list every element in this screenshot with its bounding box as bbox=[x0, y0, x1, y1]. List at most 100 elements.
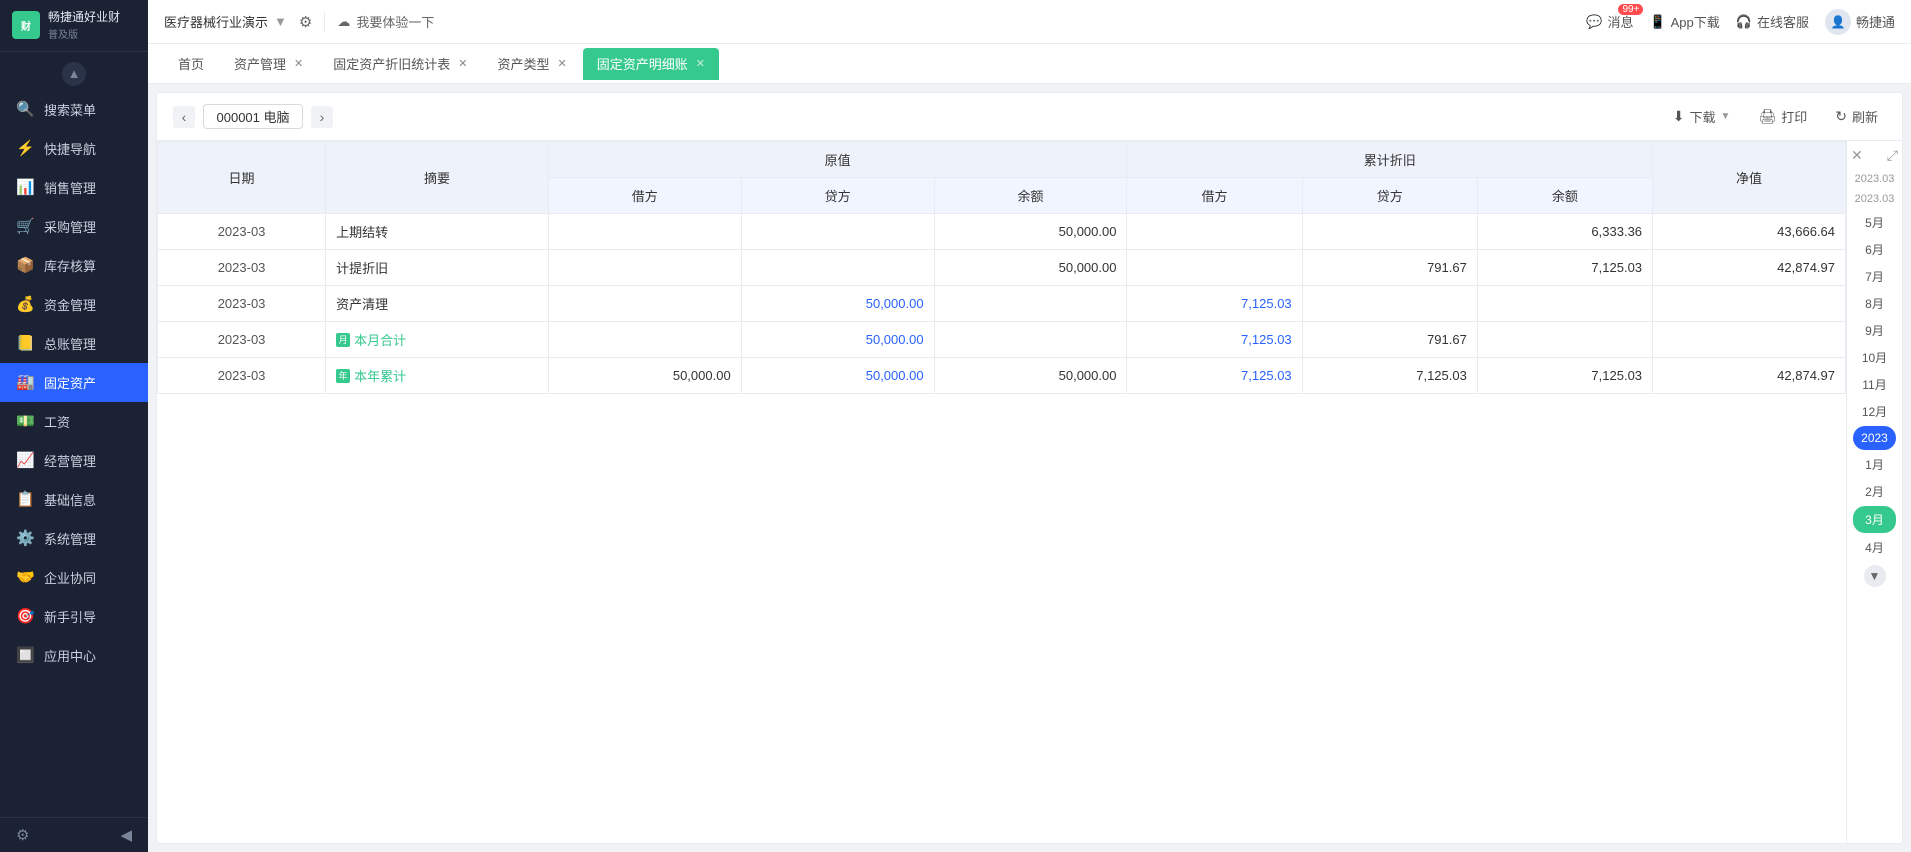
timeline-month-4[interactable]: 4月 bbox=[1847, 534, 1902, 561]
cell-orig-credit: 50,000.00 bbox=[741, 286, 934, 322]
app-version: 普及版 bbox=[48, 26, 120, 41]
sidebar-item-label: 采购管理 bbox=[44, 217, 96, 236]
sidebar-item-quick-nav[interactable]: ⚡ 快捷导航 bbox=[0, 129, 148, 168]
cell-date: 2023-03 bbox=[158, 286, 326, 322]
timeline-expand-icon[interactable]: ⤢ bbox=[1887, 147, 1898, 164]
ledger-table: 日期 摘要 原值 累计折旧 净值 借方 贷方 余额 借方 bbox=[157, 141, 1846, 394]
sidebar-item-funds[interactable]: 💰 资金管理 bbox=[0, 285, 148, 324]
messages-btn[interactable]: 💬 消息 99+ bbox=[1586, 12, 1633, 31]
tab-asset-type-close[interactable]: ✕ bbox=[558, 57, 567, 70]
user-btn[interactable]: 👤 畅捷通 bbox=[1825, 9, 1895, 35]
tab-asset-mgmt-close[interactable]: ✕ bbox=[294, 57, 303, 70]
page-toolbar: ‹ 000001 电脑 › ⬇ 下载 ▼ 🖨 打印 ↻ bbox=[157, 93, 1902, 141]
sidebar-item-label: 基础信息 bbox=[44, 490, 96, 509]
col-orig-debit: 借方 bbox=[548, 178, 741, 214]
cell-orig-debit bbox=[548, 250, 741, 286]
cell-orig-balance: 50,000.00 bbox=[934, 358, 1127, 394]
sidebar-item-sales[interactable]: 📊 销售管理 bbox=[0, 168, 148, 207]
sidebar-item-purchase[interactable]: 🛒 采购管理 bbox=[0, 207, 148, 246]
print-btn[interactable]: 🖨 打印 bbox=[1750, 103, 1815, 130]
collapse-icon[interactable]: ◀ bbox=[120, 826, 132, 844]
timeline-month-6[interactable]: 6月 bbox=[1847, 236, 1902, 263]
online-service-btn[interactable]: 🎧 在线客服 bbox=[1736, 12, 1809, 31]
sidebar-item-label: 系统管理 bbox=[44, 529, 96, 548]
sidebar-item-operations[interactable]: 📈 经营管理 bbox=[0, 441, 148, 480]
timeline-month-2[interactable]: 2月 bbox=[1847, 478, 1902, 505]
sidebar-item-search[interactable]: 🔍 搜索菜单 bbox=[0, 90, 148, 129]
timeline-month-1[interactable]: 1月 bbox=[1847, 451, 1902, 478]
table-row: 2023-03 资产清理 50,000.00 7,125.03 bbox=[158, 286, 1846, 322]
refresh-btn[interactable]: ↻ 刷新 bbox=[1827, 103, 1886, 130]
timeline-month-12[interactable]: 12月 bbox=[1847, 398, 1902, 425]
base-info-icon: 📋 bbox=[16, 490, 34, 508]
asset-nav: ‹ 000001 电脑 › bbox=[173, 104, 333, 129]
payroll-icon: 💵 bbox=[16, 412, 34, 430]
print-icon: 🖨 bbox=[1758, 108, 1776, 125]
sidebar-item-fixed-assets[interactable]: 🏭 固定资产 bbox=[0, 363, 148, 402]
table-row: 2023-03 上期结转 50,000.00 6,333.36 43,666.6… bbox=[158, 214, 1846, 250]
table-area: 日期 摘要 原值 累计折旧 净值 借方 贷方 余额 借方 bbox=[157, 141, 1902, 843]
timeline-month-7[interactable]: 7月 bbox=[1847, 263, 1902, 290]
cell-orig-debit bbox=[548, 214, 741, 250]
experience-btn[interactable]: ☁ 我要体验一下 bbox=[337, 12, 434, 31]
sidebar-item-system[interactable]: ⚙️ 系统管理 bbox=[0, 519, 148, 558]
cell-date: 2023-03 bbox=[158, 358, 326, 394]
timeline-year-mid: 2023.03 bbox=[1847, 189, 1902, 209]
timeline-month-11[interactable]: 11月 bbox=[1847, 371, 1902, 398]
settings-gear-icon[interactable]: ⚙ bbox=[299, 13, 312, 31]
col-net-value: 净值 bbox=[1653, 142, 1846, 214]
main-area: 医疗器械行业演示 ▼ ⚙ ☁ 我要体验一下 💬 消息 99+ 📱 App下载 🎧… bbox=[148, 0, 1911, 852]
quick-nav-icon: ⚡ bbox=[16, 139, 34, 157]
sidebar-item-base-info[interactable]: 📋 基础信息 bbox=[0, 480, 148, 519]
cell-orig-credit bbox=[741, 214, 934, 250]
cell-accum-balance bbox=[1477, 322, 1652, 358]
timeline-scroll-down[interactable]: ▼ bbox=[1864, 565, 1886, 587]
tab-depreciation-stats[interactable]: 固定资产折旧统计表 ✕ bbox=[319, 48, 481, 80]
guide-icon: 🎯 bbox=[16, 607, 34, 625]
timeline-month-8[interactable]: 8月 bbox=[1847, 290, 1902, 317]
tab-home[interactable]: 首页 bbox=[164, 48, 218, 80]
tab-asset-mgmt[interactable]: 资产管理 ✕ bbox=[220, 48, 317, 80]
tab-asset-detail[interactable]: 固定资产明细账 ✕ bbox=[583, 48, 719, 80]
settings-icon[interactable]: ⚙ bbox=[16, 826, 29, 844]
company-selector[interactable]: 医疗器械行业演示 ▼ bbox=[164, 12, 287, 31]
app-download-btn[interactable]: 📱 App下载 bbox=[1649, 12, 1719, 31]
cell-accum-debit: 7,125.03 bbox=[1127, 322, 1302, 358]
timeline-month-9[interactable]: 9月 bbox=[1847, 317, 1902, 344]
sidebar-item-enterprise[interactable]: 🤝 企业协同 bbox=[0, 558, 148, 597]
sidebar-item-inventory[interactable]: 📦 库存核算 bbox=[0, 246, 148, 285]
cell-orig-balance bbox=[934, 286, 1127, 322]
sidebar-item-ledger[interactable]: 📒 总账管理 bbox=[0, 324, 148, 363]
timeline-month-10[interactable]: 10月 bbox=[1847, 344, 1902, 371]
cell-accum-debit: 7,125.03 bbox=[1127, 286, 1302, 322]
timeline-month-5[interactable]: 5月 bbox=[1847, 209, 1902, 236]
cell-orig-balance: 50,000.00 bbox=[934, 214, 1127, 250]
asset-prev-btn[interactable]: ‹ bbox=[173, 106, 195, 128]
sidebar-item-guide[interactable]: 🎯 新手引导 bbox=[0, 597, 148, 636]
tab-asset-type[interactable]: 资产类型 ✕ bbox=[483, 48, 580, 80]
enterprise-icon: 🤝 bbox=[16, 568, 34, 586]
tab-asset-detail-close[interactable]: ✕ bbox=[696, 57, 705, 70]
col-accum-credit: 贷方 bbox=[1302, 178, 1477, 214]
download-btn[interactable]: ⬇ 下载 ▼ bbox=[1665, 103, 1739, 130]
asset-next-btn[interactable]: › bbox=[311, 106, 333, 128]
sidebar-item-label: 搜索菜单 bbox=[44, 100, 96, 119]
user-label: 畅捷通 bbox=[1856, 12, 1895, 31]
timeline-close-icon[interactable]: ✕ bbox=[1851, 147, 1863, 164]
table-row: 2023-03 年 本年累计 50,000.00 50,000.00 50,00 bbox=[158, 358, 1846, 394]
cell-accum-balance: 7,125.03 bbox=[1477, 250, 1652, 286]
cell-orig-debit bbox=[548, 286, 741, 322]
timeline-month-3[interactable]: 3月 bbox=[1853, 506, 1896, 533]
sidebar-scroll-up[interactable]: ▲ bbox=[62, 62, 86, 86]
cell-accum-balance bbox=[1477, 286, 1652, 322]
sidebar-item-label: 经营管理 bbox=[44, 451, 96, 470]
cell-summary: 计提折旧 bbox=[326, 250, 549, 286]
tab-depreciation-stats-close[interactable]: ✕ bbox=[458, 57, 467, 70]
sidebar-item-label: 新手引导 bbox=[44, 607, 96, 626]
sidebar-item-app-center[interactable]: 🔲 应用中心 bbox=[0, 636, 148, 675]
logo-icon: 财 bbox=[12, 11, 40, 39]
online-service-icon: 🎧 bbox=[1736, 14, 1752, 30]
sidebar-item-payroll[interactable]: 💵 工资 bbox=[0, 402, 148, 441]
col-orig-credit: 贷方 bbox=[741, 178, 934, 214]
timeline-year-2023[interactable]: 2023 bbox=[1853, 426, 1896, 450]
